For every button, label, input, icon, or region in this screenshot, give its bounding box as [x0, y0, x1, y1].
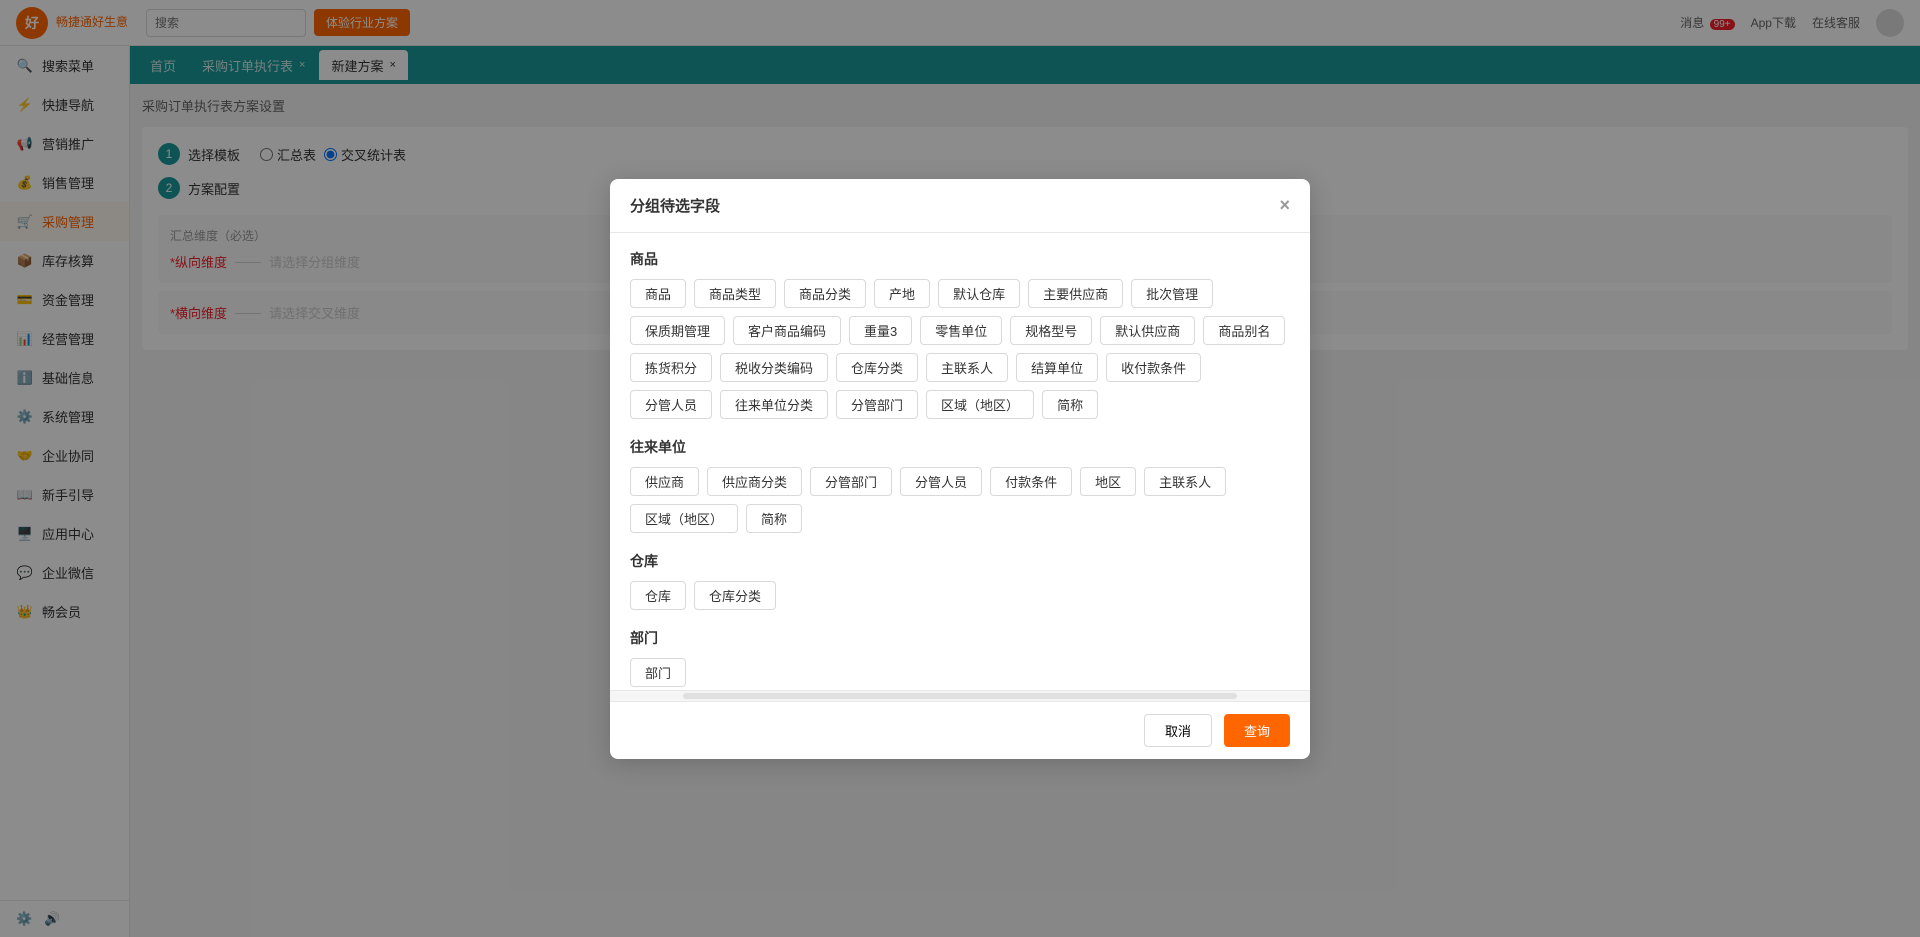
field-tag[interactable]: 供应商: [630, 467, 699, 496]
modal-title: 分组待选字段: [630, 195, 720, 216]
field-tag[interactable]: 简称: [1042, 390, 1098, 419]
field-tag[interactable]: 商品: [630, 279, 686, 308]
horizontal-scrollbar[interactable]: [610, 690, 1310, 700]
field-tag[interactable]: 分管部门: [810, 467, 892, 496]
field-tag[interactable]: 拣货积分: [630, 353, 712, 382]
field-tag[interactable]: 仓库分类: [694, 581, 776, 610]
field-tag[interactable]: 商品分类: [784, 279, 866, 308]
modal-dialog: 分组待选字段 × 商品 商品 商品类型 商品分类 产地 默认仓库 主要供应商 批…: [610, 179, 1310, 759]
modal-header: 分组待选字段 ×: [610, 179, 1310, 233]
field-tag[interactable]: 分管部门: [836, 390, 918, 419]
field-tag[interactable]: 付款条件: [990, 467, 1072, 496]
field-tag[interactable]: 批次管理: [1131, 279, 1213, 308]
field-tag[interactable]: 分管人员: [630, 390, 712, 419]
field-tag[interactable]: 默认供应商: [1100, 316, 1195, 345]
modal-footer: 取消 查询: [610, 701, 1310, 759]
field-tag[interactable]: 产地: [874, 279, 930, 308]
field-group-dept-title: 部门: [630, 628, 1290, 648]
modal-body: 商品 商品 商品类型 商品分类 产地 默认仓库 主要供应商 批次管理 保质期管理…: [610, 233, 1310, 691]
field-group-partner: 往来单位 供应商 供应商分类 分管部门 分管人员 付款条件 地区 主联系人 区域…: [630, 437, 1290, 533]
field-tag[interactable]: 供应商分类: [707, 467, 802, 496]
field-tag[interactable]: 主联系人: [1144, 467, 1226, 496]
cancel-button[interactable]: 取消: [1144, 714, 1212, 747]
field-tags-dept: 部门: [630, 658, 1290, 687]
confirm-button[interactable]: 查询: [1224, 714, 1290, 747]
field-tag[interactable]: 分管人员: [900, 467, 982, 496]
field-group-dept: 部门 部门: [630, 628, 1290, 687]
field-tag[interactable]: 主要供应商: [1028, 279, 1123, 308]
field-tag[interactable]: 仓库分类: [836, 353, 918, 382]
field-tags-warehouse: 仓库 仓库分类: [630, 581, 1290, 610]
modal-overlay: 分组待选字段 × 商品 商品 商品类型 商品分类 产地 默认仓库 主要供应商 批…: [0, 0, 1920, 937]
field-tag[interactable]: 区域（地区）: [630, 504, 738, 533]
field-group-warehouse-title: 仓库: [630, 551, 1290, 571]
field-group-goods-title: 商品: [630, 249, 1290, 269]
field-tag[interactable]: 税收分类编码: [720, 353, 828, 382]
field-tag[interactable]: 地区: [1080, 467, 1136, 496]
field-tags-partner: 供应商 供应商分类 分管部门 分管人员 付款条件 地区 主联系人 区域（地区） …: [630, 467, 1290, 533]
field-tag[interactable]: 零售单位: [920, 316, 1002, 345]
field-tag[interactable]: 默认仓库: [938, 279, 1020, 308]
field-tag[interactable]: 主联系人: [926, 353, 1008, 382]
field-tag[interactable]: 客户商品编码: [733, 316, 841, 345]
field-tag[interactable]: 商品别名: [1203, 316, 1285, 345]
field-tag[interactable]: 重量3: [849, 316, 912, 345]
field-tags-goods: 商品 商品类型 商品分类 产地 默认仓库 主要供应商 批次管理 保质期管理 客户…: [630, 279, 1290, 419]
field-group-goods: 商品 商品 商品类型 商品分类 产地 默认仓库 主要供应商 批次管理 保质期管理…: [630, 249, 1290, 419]
field-tag[interactable]: 往来单位分类: [720, 390, 828, 419]
field-tag[interactable]: 收付款条件: [1106, 353, 1201, 382]
field-tag[interactable]: 规格型号: [1010, 316, 1092, 345]
field-tag[interactable]: 仓库: [630, 581, 686, 610]
field-tag[interactable]: 简称: [746, 504, 802, 533]
field-group-partner-title: 往来单位: [630, 437, 1290, 457]
modal-close-btn[interactable]: ×: [1279, 195, 1290, 216]
field-tag[interactable]: 结算单位: [1016, 353, 1098, 382]
field-tag[interactable]: 部门: [630, 658, 686, 687]
field-tag[interactable]: 商品类型: [694, 279, 776, 308]
field-group-warehouse: 仓库 仓库 仓库分类: [630, 551, 1290, 610]
field-tag[interactable]: 保质期管理: [630, 316, 725, 345]
field-tag[interactable]: 区域（地区）: [926, 390, 1034, 419]
